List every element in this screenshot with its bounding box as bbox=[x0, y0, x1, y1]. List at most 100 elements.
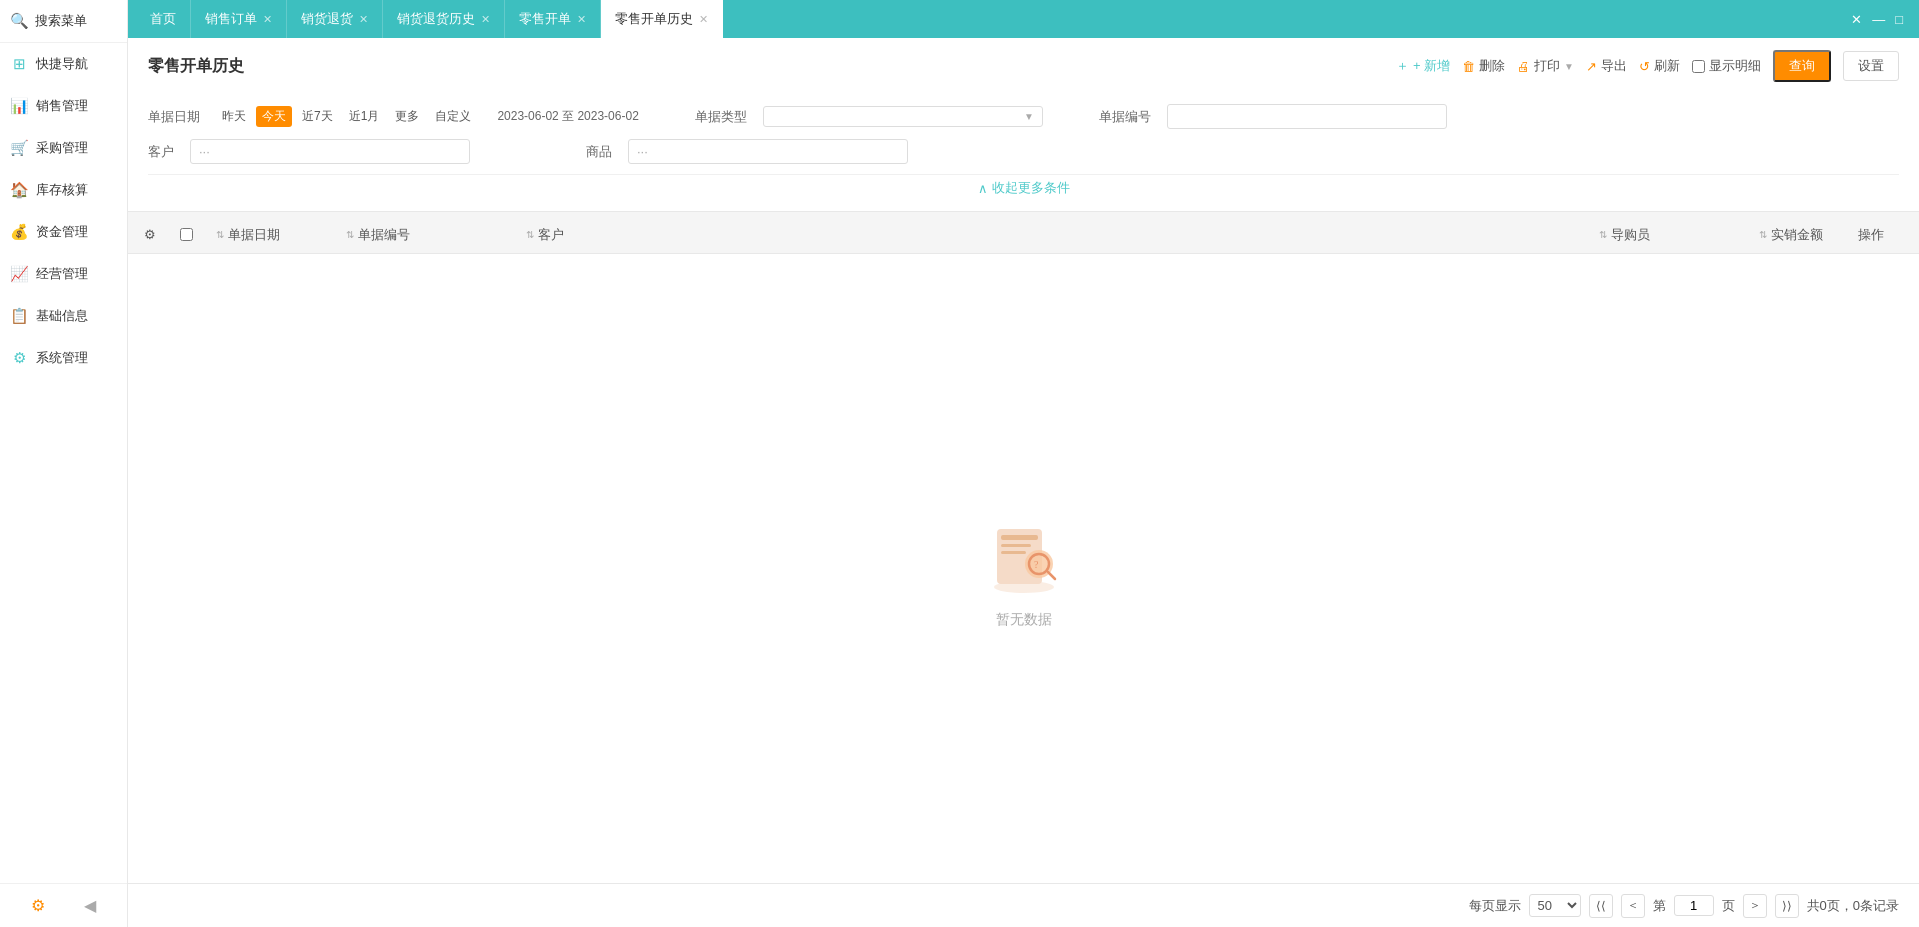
maximize-icon[interactable]: □ bbox=[1895, 12, 1903, 27]
doc-type-select[interactable]: ▼ bbox=[763, 106, 1043, 127]
tab-sales-order[interactable]: 销售订单 ✕ bbox=[191, 0, 287, 38]
sort-icon: ⇅ bbox=[1759, 229, 1767, 240]
date-btn-1month[interactable]: 近1月 bbox=[343, 106, 386, 127]
page-label-pre: 第 bbox=[1653, 897, 1666, 915]
prev-page-btn[interactable]: ＜ bbox=[1621, 894, 1645, 918]
tab-home[interactable]: 首页 bbox=[136, 0, 191, 38]
last-page-btn[interactable]: ⟩⟩ bbox=[1775, 894, 1799, 918]
pagination: 每页显示 50 10 20 100 ⟨⟨ ＜ 第 页 ＞ ⟩⟩ 共0页，0条记录 bbox=[128, 883, 1919, 927]
current-page-input[interactable] bbox=[1674, 895, 1714, 916]
minimize-icon[interactable]: — bbox=[1872, 12, 1885, 27]
date-btn-today[interactable]: 今天 bbox=[256, 106, 292, 127]
sidebar-item-quick-nav[interactable]: ⊞ 快捷导航 bbox=[0, 43, 127, 85]
settings-icon[interactable]: ⚙ bbox=[31, 896, 45, 915]
settings-filter-button[interactable]: 设置 bbox=[1843, 51, 1899, 81]
empty-text: 暂无数据 bbox=[996, 611, 1052, 629]
col-guide-header[interactable]: ⇅ 导购员 bbox=[1591, 226, 1711, 244]
tab-sales-return[interactable]: 销货退货 ✕ bbox=[287, 0, 383, 38]
first-page-btn[interactable]: ⟨⟨ bbox=[1589, 894, 1613, 918]
select-all-checkbox[interactable] bbox=[180, 228, 193, 241]
sidebar-item-inventory[interactable]: 🏠 库存核算 bbox=[0, 169, 127, 211]
tab-close-icon[interactable]: ✕ bbox=[577, 13, 586, 26]
sort-icon: ⇅ bbox=[1599, 229, 1607, 240]
show-detail-checkbox[interactable]: 显示明细 bbox=[1692, 57, 1761, 75]
print-button[interactable]: 🖨 打印 ▼ bbox=[1517, 57, 1574, 75]
doc-no-label: 单据编号 bbox=[1099, 108, 1151, 126]
sidebar-search[interactable]: 🔍 搜索菜单 bbox=[0, 0, 127, 43]
warehouse-icon: 🏠 bbox=[10, 181, 28, 199]
sidebar-item-sys-mgmt[interactable]: ⚙ 系统管理 bbox=[0, 337, 127, 379]
export-button[interactable]: ↗ 导出 bbox=[1586, 57, 1627, 75]
table-area: ⚙ ⇅ 单据日期 ⇅ 单据编号 ⇅ 客户 ⇅ 导购员 ⇅ bbox=[128, 216, 1919, 927]
close-window-icon[interactable]: ✕ bbox=[1851, 12, 1862, 27]
page-label: 页 bbox=[1722, 897, 1735, 915]
sidebar-item-sales-mgmt[interactable]: 📊 销售管理 bbox=[0, 85, 127, 127]
tab-sales-return-history[interactable]: 销货退货历史 ✕ bbox=[383, 0, 505, 38]
customer-select[interactable]: ··· bbox=[190, 139, 470, 164]
detail-checkbox[interactable] bbox=[1692, 60, 1705, 73]
add-icon: ＋ bbox=[1396, 57, 1409, 75]
col-check[interactable] bbox=[172, 228, 208, 241]
customer-label: 客户 bbox=[148, 143, 174, 161]
goods-label: 商品 bbox=[586, 143, 612, 161]
sort-icon: ⇅ bbox=[216, 229, 224, 240]
filter-area: 单据日期 昨天 今天 近7天 近1月 更多 自定义 2023-06-02 至 2… bbox=[148, 94, 1899, 211]
sidebar-item-label: 库存核算 bbox=[36, 181, 88, 199]
sidebar-bottom: ⚙ ◀ bbox=[0, 883, 127, 927]
col-no-header[interactable]: ⇅ 单据编号 bbox=[338, 226, 518, 244]
info-icon: 📋 bbox=[10, 307, 28, 325]
toolbar: ＋ + 新增 🗑 删除 🖨 打印 ▼ ↗ 导出 ↺ bbox=[1396, 50, 1899, 82]
sidebar-item-finance[interactable]: 💰 资金管理 bbox=[0, 211, 127, 253]
tab-retail-open-history[interactable]: 零售开单历史 ✕ bbox=[601, 0, 723, 38]
refresh-icon: ↺ bbox=[1639, 59, 1650, 74]
sort-icon: ⇅ bbox=[526, 229, 534, 240]
sidebar: 🔍 搜索菜单 ⊞ 快捷导航 📊 销售管理 🛒 采购管理 🏠 库存核算 💰 资金管… bbox=[0, 0, 128, 927]
goods-dots: ··· bbox=[637, 144, 648, 159]
collapse-more-btn[interactable]: ∧ 收起更多条件 bbox=[148, 174, 1899, 201]
goods-select[interactable]: ··· bbox=[628, 139, 908, 164]
sidebar-search-label: 搜索菜单 bbox=[35, 12, 87, 30]
column-settings-icon[interactable]: ⚙ bbox=[144, 227, 156, 242]
doc-no-input[interactable] bbox=[1167, 104, 1447, 129]
filter-row-2: 客户 ··· 商品 ··· bbox=[148, 139, 1899, 164]
date-btn-yesterday[interactable]: 昨天 bbox=[216, 106, 252, 127]
tab-close-icon[interactable]: ✕ bbox=[481, 13, 490, 26]
next-page-btn[interactable]: ＞ bbox=[1743, 894, 1767, 918]
date-btn-7days[interactable]: 近7天 bbox=[296, 106, 339, 127]
date-btn-more[interactable]: 更多 bbox=[389, 106, 425, 127]
tab-close-icon[interactable]: ✕ bbox=[699, 13, 708, 26]
delete-button[interactable]: 🗑 删除 bbox=[1462, 57, 1505, 75]
svg-rect-2 bbox=[1001, 535, 1038, 540]
date-label: 单据日期 bbox=[148, 108, 200, 126]
tab-close-icon[interactable]: ✕ bbox=[263, 13, 272, 26]
add-button[interactable]: ＋ + 新增 bbox=[1396, 57, 1450, 75]
main-area: 首页 销售订单 ✕ 销货退货 ✕ 销货退货历史 ✕ 零售开单 ✕ 零售开单历史 … bbox=[128, 0, 1919, 927]
toggle-icon[interactable]: ◀ bbox=[84, 896, 96, 915]
delete-icon: 🗑 bbox=[1462, 59, 1475, 74]
sidebar-item-operations[interactable]: 📈 经营管理 bbox=[0, 253, 127, 295]
tab-retail-open[interactable]: 零售开单 ✕ bbox=[505, 0, 601, 38]
sidebar-item-purchase-mgmt[interactable]: 🛒 采购管理 bbox=[0, 127, 127, 169]
col-settings[interactable]: ⚙ bbox=[136, 227, 172, 242]
chevron-down-icon: ▼ bbox=[1024, 111, 1034, 122]
customer-dots: ··· bbox=[199, 144, 210, 159]
per-page-label: 每页显示 bbox=[1469, 897, 1521, 915]
home-icon: ⊞ bbox=[10, 55, 28, 73]
content-header: 零售开单历史 ＋ + 新增 🗑 删除 🖨 打印 ▼ ↗ 导出 bbox=[128, 38, 1919, 212]
search-icon: 🔍 bbox=[10, 12, 29, 30]
sidebar-item-basic-info[interactable]: 📋 基础信息 bbox=[0, 295, 127, 337]
doc-type-label: 单据类型 bbox=[695, 108, 747, 126]
page-size-select[interactable]: 50 10 20 100 bbox=[1529, 894, 1581, 917]
col-date-header[interactable]: ⇅ 单据日期 bbox=[208, 226, 338, 244]
total-info: 共0页，0条记录 bbox=[1807, 897, 1899, 915]
col-customer-header[interactable]: ⇅ 客户 bbox=[518, 226, 1591, 244]
chart-icon: 📊 bbox=[10, 97, 28, 115]
date-buttons: 昨天 今天 近7天 近1月 更多 自定义 bbox=[216, 106, 477, 127]
col-amount-header[interactable]: ⇅ 实销金额 bbox=[1711, 226, 1831, 244]
sidebar-item-label: 采购管理 bbox=[36, 139, 88, 157]
tab-close-icon[interactable]: ✕ bbox=[359, 13, 368, 26]
query-button[interactable]: 查询 bbox=[1773, 50, 1831, 82]
table-header: ⚙ ⇅ 单据日期 ⇅ 单据编号 ⇅ 客户 ⇅ 导购员 ⇅ bbox=[128, 216, 1919, 254]
date-btn-custom[interactable]: 自定义 bbox=[429, 106, 477, 127]
refresh-button[interactable]: ↺ 刷新 bbox=[1639, 57, 1680, 75]
